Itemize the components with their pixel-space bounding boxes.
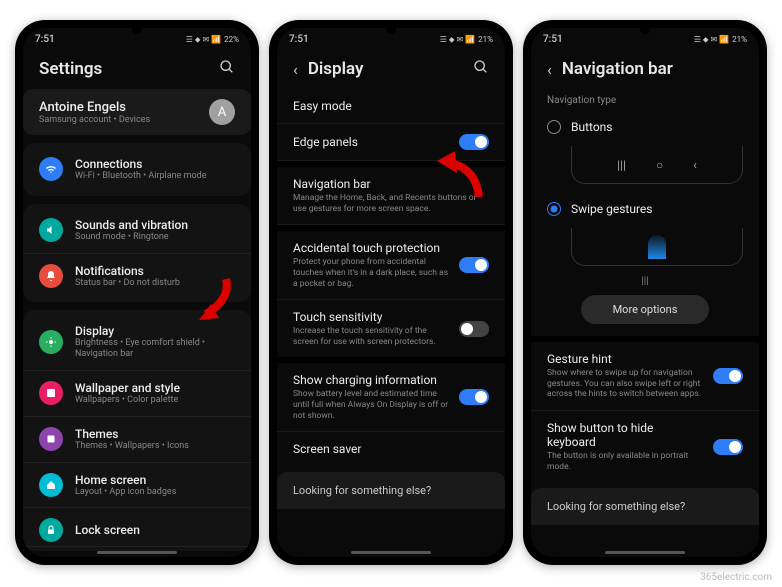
gesture-hint-bar: ||| bbox=[531, 276, 759, 287]
page-title: Display bbox=[308, 59, 364, 79]
section-label: Navigation type bbox=[531, 89, 759, 112]
row-hide-keyboard[interactable]: Show button to hide keyboardThe button i… bbox=[531, 411, 759, 482]
avatar[interactable]: A bbox=[209, 99, 235, 125]
radio-unchecked-icon bbox=[547, 120, 561, 134]
home-indicator bbox=[605, 551, 685, 554]
home-icon bbox=[39, 473, 63, 497]
wifi-icon bbox=[39, 157, 63, 181]
footer-prompt[interactable]: Looking for something else? bbox=[531, 488, 759, 525]
camera-notch bbox=[386, 24, 396, 34]
row-touch-sensitivity[interactable]: Touch sensitivityIncrease the touch sens… bbox=[277, 300, 505, 357]
home-icon: ○ bbox=[656, 158, 663, 172]
settings-item-themes[interactable]: ThemesThemes • Wallpapers • Icons bbox=[23, 417, 251, 463]
row-screen-saver[interactable]: Screen saver bbox=[277, 432, 505, 466]
account-name: Antoine Engels bbox=[39, 100, 150, 115]
settings-item-lock[interactable]: Lock screen bbox=[23, 508, 251, 547]
camera-notch bbox=[640, 24, 650, 34]
footer-prompt[interactable]: Looking for something else? bbox=[277, 472, 505, 509]
settings-group-2: Sounds and vibrationSound mode • Rington… bbox=[23, 204, 251, 303]
settings-group-3: DisplayBrightness • Eye comfort shield •… bbox=[23, 310, 251, 551]
gestures-preview bbox=[571, 228, 743, 266]
status-time: 7:51 bbox=[35, 34, 55, 45]
home-indicator bbox=[351, 551, 431, 554]
toggle-sensitivity[interactable] bbox=[459, 321, 489, 337]
buttons-preview: ||| ○ ‹ bbox=[571, 146, 743, 184]
settings-group-1: ConnectionsWi-Fi • Bluetooth • Airplane … bbox=[23, 143, 251, 196]
phone-frame-3: 7:51 ☰ ⬥ ✉ 📶 21% ‹ Navigation bar Naviga… bbox=[523, 20, 767, 565]
status-right-icons: ☰ ⬥ ✉ 📶 22% bbox=[186, 35, 239, 45]
radio-label-buttons: Buttons bbox=[571, 120, 613, 134]
toggle-charging[interactable] bbox=[459, 389, 489, 405]
account-sub: Samsung account • Devices bbox=[39, 115, 150, 125]
bell-icon bbox=[39, 264, 63, 288]
toggle-accidental[interactable] bbox=[459, 257, 489, 273]
radio-buttons-option[interactable]: Buttons bbox=[531, 112, 759, 142]
more-options-button[interactable]: More options bbox=[581, 295, 709, 324]
status-right-icons: ☰ ⬥ ✉ 📶 21% bbox=[694, 35, 747, 45]
row-easy-mode[interactable]: Easy mode bbox=[277, 89, 505, 124]
phone-frame-2: 7:51 ☰ ⬥ ✉ 📶 21% ‹ Display Easy mode Edg… bbox=[269, 20, 513, 565]
radio-checked-icon bbox=[547, 202, 561, 216]
account-card[interactable]: Antoine Engels Samsung account • Devices… bbox=[23, 89, 251, 135]
screen-3: 7:51 ☰ ⬥ ✉ 📶 21% ‹ Navigation bar Naviga… bbox=[531, 28, 759, 557]
row-navigation-bar[interactable]: Navigation barManage the Home, Back, and… bbox=[277, 161, 505, 225]
settings-header: Settings bbox=[23, 47, 251, 89]
theme-icon bbox=[39, 427, 63, 451]
navbar-header: ‹ Navigation bar bbox=[531, 47, 759, 89]
search-icon[interactable] bbox=[219, 59, 235, 79]
home-indicator bbox=[97, 551, 177, 554]
phone-frame-1: 7:51 ☰ ⬥ ✉ 📶 22% Settings Antoine Engels… bbox=[15, 20, 259, 565]
image-icon bbox=[39, 381, 63, 405]
camera-notch bbox=[132, 24, 142, 34]
screen-1: 7:51 ☰ ⬥ ✉ 📶 22% Settings Antoine Engels… bbox=[23, 28, 251, 557]
toggle-gesture-hint[interactable] bbox=[713, 368, 743, 384]
settings-item-notifications[interactable]: NotificationsStatus bar • Do not disturb bbox=[23, 254, 251, 299]
status-time: 7:51 bbox=[289, 34, 309, 45]
display-header: ‹ Display bbox=[277, 47, 505, 89]
row-charging-info[interactable]: Show charging informationShow battery le… bbox=[277, 363, 505, 432]
watermark: 365electric.com bbox=[700, 572, 772, 583]
sun-icon bbox=[39, 330, 63, 354]
screen-2: 7:51 ☰ ⬥ ✉ 📶 21% ‹ Display Easy mode Edg… bbox=[277, 28, 505, 557]
page-title: Navigation bar bbox=[562, 59, 673, 79]
settings-item-sounds[interactable]: Sounds and vibrationSound mode • Rington… bbox=[23, 208, 251, 254]
account-info: Antoine Engels Samsung account • Devices bbox=[39, 100, 150, 125]
settings-item-connections[interactable]: ConnectionsWi-Fi • Bluetooth • Airplane … bbox=[23, 147, 251, 192]
sound-icon bbox=[39, 218, 63, 242]
row-gesture-hint[interactable]: Gesture hintShow where to swipe up for n… bbox=[531, 342, 759, 411]
status-right-icons: ☰ ⬥ ✉ 📶 21% bbox=[440, 35, 493, 45]
back-icon[interactable]: ‹ bbox=[547, 60, 552, 79]
page-title: Settings bbox=[39, 59, 102, 79]
back-icon[interactable]: ‹ bbox=[293, 60, 298, 79]
gesture-handle-icon bbox=[648, 235, 666, 259]
toggle-hide-keyboard[interactable] bbox=[713, 439, 743, 455]
radio-gestures-option[interactable]: Swipe gestures bbox=[531, 194, 759, 224]
lock-icon bbox=[39, 518, 63, 542]
recents-icon: ||| bbox=[617, 158, 626, 172]
back-icon: ‹ bbox=[693, 158, 697, 172]
radio-label-gestures: Swipe gestures bbox=[571, 202, 653, 216]
toggle-edge-panels[interactable] bbox=[459, 134, 489, 150]
row-accidental-touch[interactable]: Accidental touch protectionProtect your … bbox=[277, 231, 505, 300]
row-edge-panels[interactable]: Edge panels bbox=[277, 124, 505, 161]
status-time: 7:51 bbox=[543, 34, 563, 45]
settings-item-wallpaper[interactable]: Wallpaper and styleWallpapers • Color pa… bbox=[23, 371, 251, 417]
search-icon[interactable] bbox=[473, 59, 489, 79]
settings-item-home[interactable]: Home screenLayout • App icon badges bbox=[23, 463, 251, 509]
settings-item-display[interactable]: DisplayBrightness • Eye comfort shield •… bbox=[23, 314, 251, 371]
